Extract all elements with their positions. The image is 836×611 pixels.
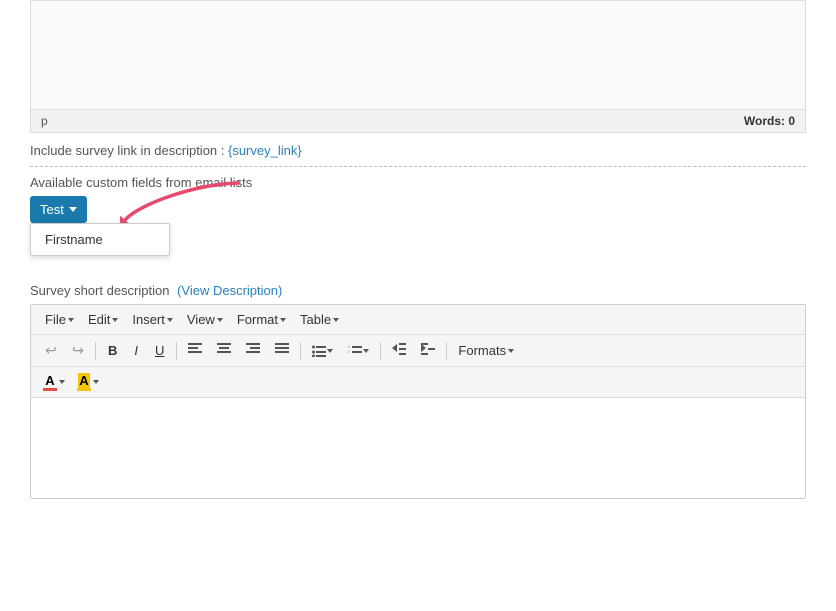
underline-button[interactable]: U xyxy=(148,340,171,361)
file-menu-label: File xyxy=(45,312,66,327)
ol-icon: 1.2. xyxy=(348,345,362,357)
svg-text:1.: 1. xyxy=(348,345,351,349)
bg-color-button[interactable]: A xyxy=(73,371,103,393)
test-dropdown-wrapper[interactable]: Test Firstname xyxy=(30,196,87,223)
bg-color-a: A xyxy=(78,373,89,388)
bg-color-swatch xyxy=(77,388,91,391)
insert-menu[interactable]: Insert xyxy=(126,309,179,330)
custom-fields-label: Available custom fields from email lists xyxy=(30,175,806,190)
view-description-link[interactable]: (View Description) xyxy=(177,283,282,298)
align-left-button[interactable] xyxy=(182,340,208,361)
align-justify-button[interactable] xyxy=(269,340,295,361)
edit-caret xyxy=(112,318,118,322)
outdent-button[interactable] xyxy=(386,340,412,361)
indent-button[interactable] xyxy=(415,340,441,361)
unordered-list-button[interactable] xyxy=(306,342,339,360)
align-right-button[interactable] xyxy=(240,340,266,361)
bg-color-label: A xyxy=(77,373,91,391)
indent-icon xyxy=(421,343,435,355)
ordered-list-button[interactable]: 1.2. xyxy=(342,342,375,360)
bg-color-caret xyxy=(93,380,99,384)
top-editor-area xyxy=(30,0,806,110)
ul-caret xyxy=(327,349,333,353)
toolbar-sep-2 xyxy=(176,342,177,360)
survey-link-variable[interactable]: {survey_link} xyxy=(228,143,302,158)
align-center-icon xyxy=(217,343,231,355)
test-dropdown-button[interactable]: Test xyxy=(30,196,87,223)
file-menu[interactable]: File xyxy=(39,309,80,330)
view-menu[interactable]: View xyxy=(181,309,229,330)
bold-button[interactable]: B xyxy=(101,340,124,361)
survey-short-desc-section: Survey short description (View Descripti… xyxy=(30,283,806,499)
format-menu[interactable]: Format xyxy=(231,309,292,330)
word-count: Words: 0 xyxy=(744,114,795,128)
table-caret xyxy=(333,318,339,322)
align-justify-icon xyxy=(275,343,289,355)
font-color-a: A xyxy=(45,373,54,388)
align-left-icon xyxy=(188,343,202,355)
edit-menu[interactable]: Edit xyxy=(82,309,124,330)
toolbar-sep-4 xyxy=(380,342,381,360)
undo-button[interactable]: ↩ xyxy=(39,339,63,362)
view-menu-label: View xyxy=(187,312,215,327)
formats-button[interactable]: Formats xyxy=(452,341,520,360)
tag-indicator: p xyxy=(41,114,48,128)
svg-text:2.: 2. xyxy=(348,349,351,353)
italic-button[interactable]: I xyxy=(127,340,145,361)
font-color-swatch xyxy=(43,388,57,391)
formats-caret xyxy=(508,349,514,353)
editor-menu-bar: File Edit Insert View Format Table xyxy=(31,305,805,335)
editor-body[interactable] xyxy=(31,398,805,498)
font-color-label: A xyxy=(43,373,57,391)
survey-link-row: Include survey link in description : {su… xyxy=(30,143,806,158)
formats-label: Formats xyxy=(458,343,506,358)
outdent-icon xyxy=(392,343,406,355)
format-caret xyxy=(280,318,286,322)
status-bar: p Words: 0 xyxy=(30,110,806,133)
file-caret xyxy=(68,318,74,322)
redo-button[interactable]: ↪ xyxy=(66,339,90,362)
toolbar-sep-5 xyxy=(446,342,447,360)
editor-container: File Edit Insert View Format Table xyxy=(30,304,806,499)
dropdown-caret xyxy=(69,207,77,212)
test-dropdown-menu: Firstname xyxy=(30,223,170,256)
ul-icon xyxy=(312,345,326,357)
ol-caret xyxy=(363,349,369,353)
toolbar-sep-1 xyxy=(95,342,96,360)
edit-menu-label: Edit xyxy=(88,312,110,327)
toolbar-sep-3 xyxy=(300,342,301,360)
dropdown-item-firstname[interactable]: Firstname xyxy=(31,224,169,255)
editor-color-bar: A A xyxy=(31,367,805,398)
table-menu-label: Table xyxy=(300,312,331,327)
test-button-label: Test xyxy=(40,202,64,217)
font-color-caret xyxy=(59,380,65,384)
table-menu[interactable]: Table xyxy=(294,309,345,330)
insert-menu-label: Insert xyxy=(132,312,165,327)
font-color-button[interactable]: A xyxy=(39,371,69,393)
align-center-button[interactable] xyxy=(211,340,237,361)
editor-format-bar: ↩ ↪ B I U xyxy=(31,335,805,367)
survey-link-text: Include survey link in description : xyxy=(30,143,228,158)
view-caret xyxy=(217,318,223,322)
survey-short-desc-label: Survey short description (View Descripti… xyxy=(30,283,806,298)
survey-short-desc-text: Survey short description xyxy=(30,283,169,298)
format-menu-label: Format xyxy=(237,312,278,327)
insert-caret xyxy=(167,318,173,322)
section-divider xyxy=(30,166,806,167)
align-right-icon xyxy=(246,343,260,355)
